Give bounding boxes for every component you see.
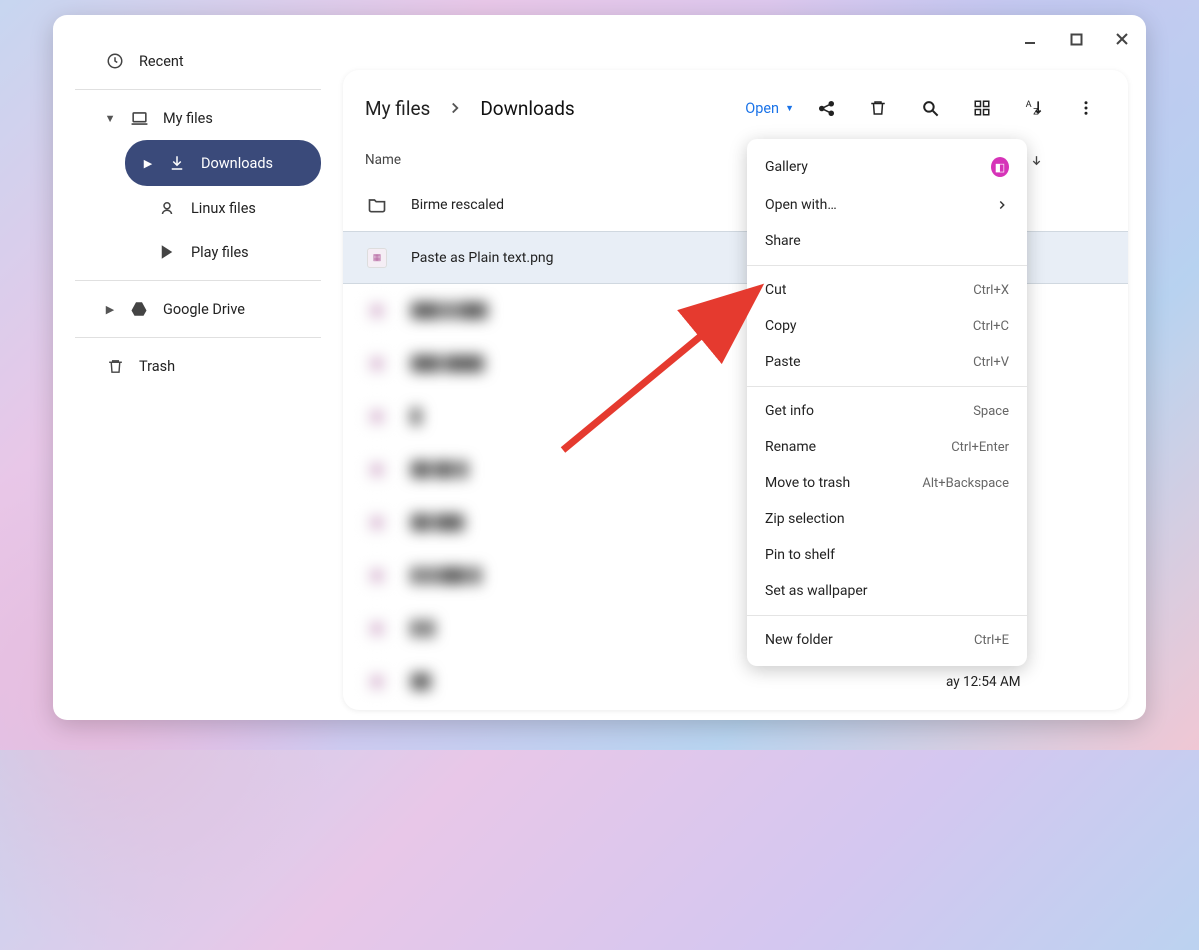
delete-button[interactable] <box>858 88 898 128</box>
sidebar-label: Downloads <box>201 155 273 172</box>
ctx-shortcut: Space <box>973 404 1009 419</box>
open-label: Open <box>745 100 779 117</box>
grid-view-button[interactable] <box>962 88 1002 128</box>
download-icon <box>167 153 187 173</box>
folder-icon <box>365 193 389 217</box>
caret-down-icon: ▼ <box>105 112 115 125</box>
file-name: ██ <box>411 673 946 690</box>
clock-icon <box>105 51 125 71</box>
ctx-zip[interactable]: Zip selection <box>747 501 1027 537</box>
sidebar-label: Recent <box>139 53 184 70</box>
sidebar-item-linux[interactable]: Linux files <box>125 186 321 230</box>
drive-icon <box>129 299 149 319</box>
toolbar: My files Downloads Open ▼ A <box>343 70 1128 142</box>
ctx-openwith[interactable]: Open with… <box>747 187 1027 223</box>
share-button[interactable] <box>806 88 846 128</box>
ctx-rename[interactable]: Rename Ctrl+Enter <box>747 429 1027 465</box>
divider <box>75 89 321 90</box>
ctx-wallpaper[interactable]: Set as wallpaper <box>747 573 1027 609</box>
chevron-right-icon <box>991 198 1009 212</box>
files-window: Recent ▼ My files ▶ Downloads Linux file… <box>53 15 1146 720</box>
ctx-label: New folder <box>765 632 974 648</box>
play-icon <box>157 242 177 262</box>
divider <box>747 265 1027 266</box>
ctx-shortcut: Ctrl+Enter <box>951 440 1009 455</box>
ctx-label: Cut <box>765 282 973 298</box>
more-options-button[interactable] <box>1066 88 1106 128</box>
sidebar-label: Google Drive <box>163 301 245 318</box>
minimize-button[interactable] <box>1016 25 1044 53</box>
gallery-badge-icon: ◧ <box>991 157 1009 177</box>
ctx-label: Set as wallpaper <box>765 583 1009 599</box>
search-button[interactable] <box>910 88 950 128</box>
sidebar-item-myfiles[interactable]: ▼ My files <box>95 96 321 140</box>
ctx-label: Move to trash <box>765 475 922 491</box>
breadcrumb-current[interactable]: Downloads <box>480 97 574 120</box>
ctx-label: Copy <box>765 318 973 334</box>
sidebar-label: My files <box>163 110 213 127</box>
ctx-copy[interactable]: Copy Ctrl+C <box>747 308 1027 344</box>
image-icon: ▦ <box>365 458 389 482</box>
ctx-label: Pin to shelf <box>765 547 1009 563</box>
sidebar: Recent ▼ My files ▶ Downloads Linux file… <box>53 15 343 720</box>
sidebar-label: Linux files <box>191 200 256 217</box>
ctx-label: Rename <box>765 439 951 455</box>
caret-down-icon: ▼ <box>785 103 794 114</box>
ctx-share[interactable]: Share <box>747 223 1027 259</box>
ctx-label: Zip selection <box>765 511 1009 527</box>
image-icon: ▦ <box>365 617 389 641</box>
divider <box>75 337 321 338</box>
image-icon: ▦ <box>365 511 389 535</box>
context-menu: Gallery ◧ Open with… Share Cut Ctrl+X Co… <box>747 139 1027 666</box>
ctx-trash[interactable]: Move to trash Alt+Backspace <box>747 465 1027 501</box>
open-button[interactable]: Open ▼ <box>745 100 794 117</box>
caret-right-icon: ▶ <box>105 303 115 316</box>
ctx-shortcut: Alt+Backspace <box>922 476 1009 491</box>
trash-icon <box>105 356 125 376</box>
close-button[interactable] <box>1108 25 1136 53</box>
image-icon: ▦ <box>365 564 389 588</box>
ctx-getinfo[interactable]: Get info Space <box>747 393 1027 429</box>
sidebar-item-trash[interactable]: Trash <box>75 344 321 388</box>
caret-right-icon: ▶ <box>143 157 153 170</box>
maximize-button[interactable] <box>1062 25 1090 53</box>
divider <box>747 386 1027 387</box>
ctx-paste[interactable]: Paste Ctrl+V <box>747 344 1027 380</box>
image-icon: ▦ <box>365 405 389 429</box>
ctx-shortcut: Ctrl+V <box>973 355 1009 370</box>
ctx-shortcut: Ctrl+E <box>974 633 1009 648</box>
ctx-shortcut: Ctrl+C <box>973 319 1009 334</box>
sort-button[interactable]: AZ <box>1014 88 1054 128</box>
sidebar-item-gdrive[interactable]: ▶ Google Drive <box>95 287 321 331</box>
file-date: ay 12:54 AM <box>946 674 1106 690</box>
image-icon: ▦ <box>365 670 389 694</box>
sidebar-label: Play files <box>191 244 249 261</box>
sidebar-item-recent[interactable]: Recent <box>75 39 321 83</box>
image-icon: ▦ <box>365 299 389 323</box>
image-icon: ▦ <box>365 246 389 270</box>
ctx-gallery[interactable]: Gallery ◧ <box>747 147 1027 187</box>
sidebar-label: Trash <box>139 358 175 375</box>
arrow-down-icon <box>1030 154 1043 167</box>
laptop-icon <box>129 108 149 128</box>
linux-icon <box>157 198 177 218</box>
ctx-cut[interactable]: Cut Ctrl+X <box>747 272 1027 308</box>
divider <box>747 615 1027 616</box>
breadcrumb-root[interactable]: My files <box>365 97 430 120</box>
window-controls <box>1016 25 1136 53</box>
ctx-label: Gallery <box>765 159 991 175</box>
chevron-right-icon <box>446 99 464 117</box>
ctx-label: Open with… <box>765 197 991 213</box>
ctx-label: Get info <box>765 403 973 419</box>
ctx-label: Paste <box>765 354 973 370</box>
sidebar-item-play[interactable]: Play files <box>125 230 321 274</box>
sidebar-item-downloads[interactable]: ▶ Downloads <box>125 140 321 186</box>
ctx-pin[interactable]: Pin to shelf <box>747 537 1027 573</box>
ctx-label: Share <box>765 233 1009 249</box>
image-icon: ▦ <box>365 352 389 376</box>
ctx-shortcut: Ctrl+X <box>973 283 1009 298</box>
ctx-newfolder[interactable]: New folder Ctrl+E <box>747 622 1027 658</box>
divider <box>75 280 321 281</box>
svg-text:A: A <box>1026 100 1032 110</box>
